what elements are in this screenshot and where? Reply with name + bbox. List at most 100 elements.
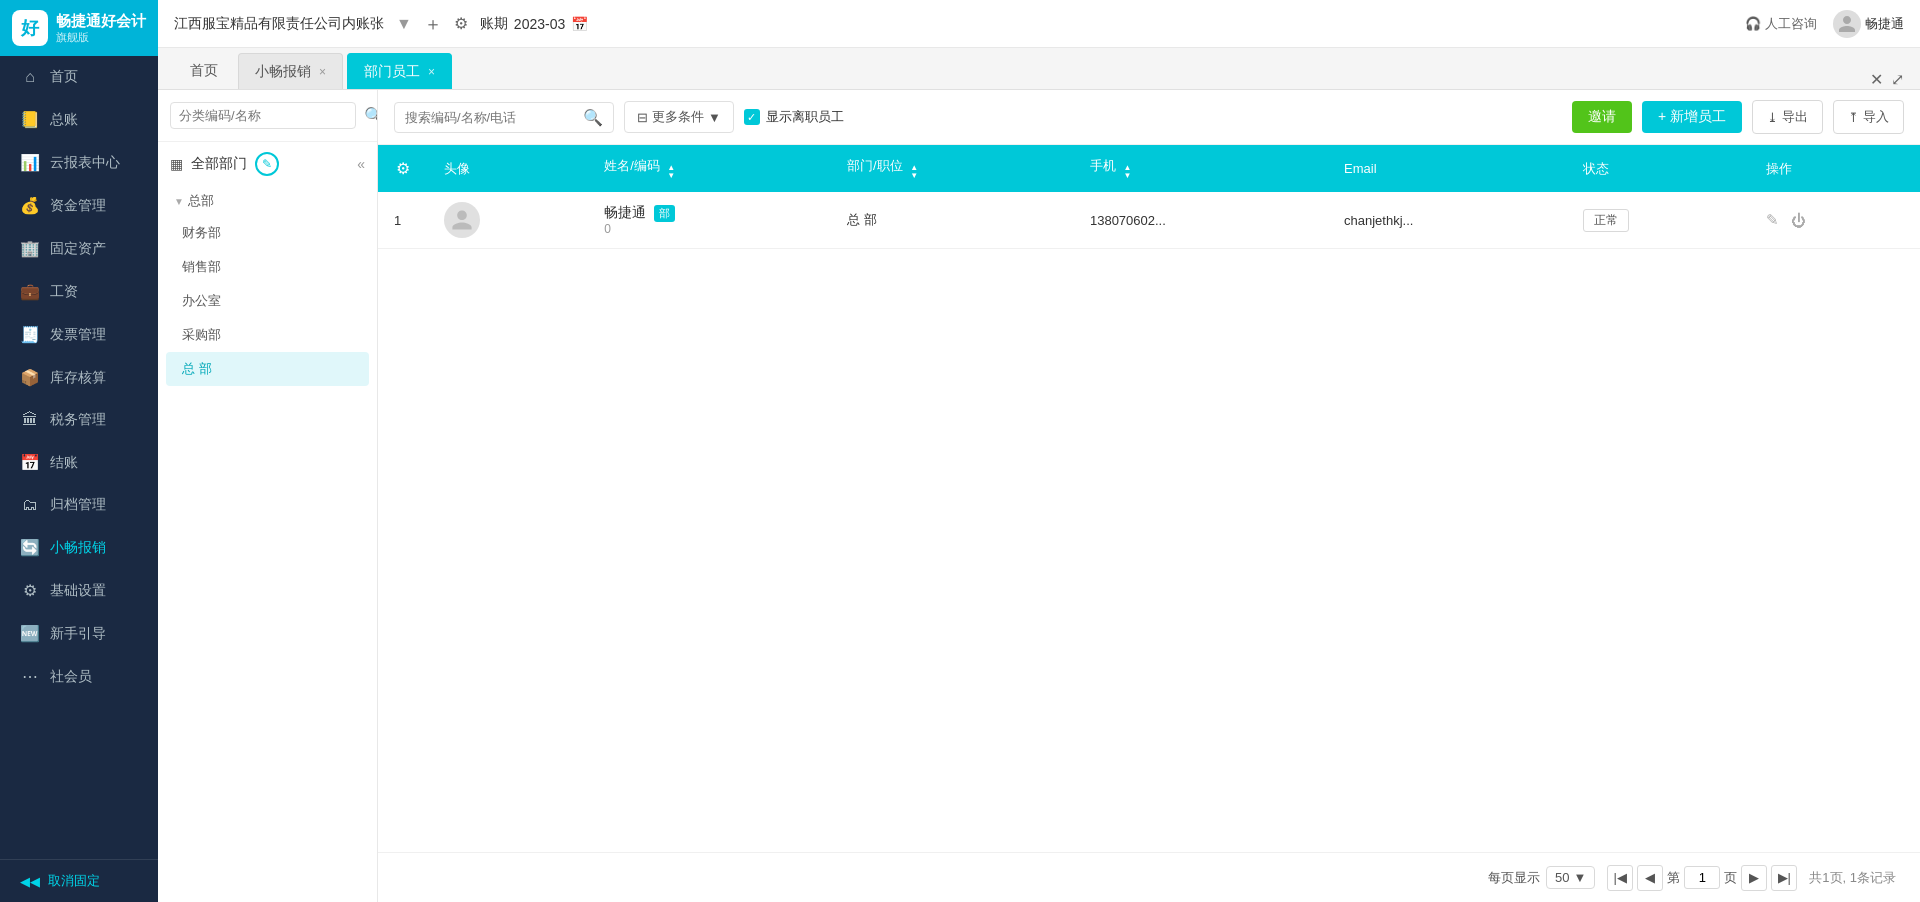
sidebar-item-label: 基础设置 [50,582,106,600]
tab-dept-close[interactable]: × [428,65,435,79]
dept-item-purchase[interactable]: 采购部 [166,318,369,352]
sidebar-item-label: 归档管理 [50,496,106,514]
table-row: 1 畅捷通 部 0 总 部 138070602... chanjethkj...… [378,192,1920,249]
row-avatar [428,192,588,249]
sidebar-item-guide[interactable]: 🆕 新手引导 [0,612,158,655]
expense-icon: 🔄 [20,538,40,557]
sidebar-item-archive[interactable]: 🗂 归档管理 [0,484,158,526]
sidebar-item-label: 首页 [50,68,78,86]
tab-expense[interactable]: 小畅报销 × [238,53,343,89]
service-button[interactable]: 🎧 人工咨询 [1745,15,1817,33]
delete-icon[interactable]: ⏻ [1791,212,1806,229]
tab-dept-label: 部门员工 [364,63,420,81]
dept-item-office[interactable]: 办公室 [166,284,369,318]
salary-icon: 💼 [20,282,40,301]
invoice-icon: 🧾 [20,325,40,344]
dept-edit-button[interactable]: ✎ [255,152,279,176]
col-settings[interactable]: ⚙ [378,145,428,192]
grid-icon: ▦ [170,156,183,172]
tabbar: 首页 小畅报销 × 部门员工 × ✕ ⤢ [158,48,1920,90]
period-value: 2023-03 [514,16,565,32]
unpin-label: 取消固定 [48,872,100,890]
sort-icons: ▲▼ [667,164,675,180]
avatar [1833,10,1861,38]
company-name: 江西服宝精品有限责任公司内账张 [174,15,384,33]
ledger-icon: 📒 [20,110,40,129]
headset-icon: 🎧 [1745,16,1761,31]
emp-panel: 🔍 ⊟ 更多条件 ▼ ✓ 显示离职员工 邀请 + 新增员工 ⤓ 导出 [378,90,1920,902]
sidebar-item-more[interactable]: ⋯ 社会员 [0,655,158,698]
sidebar-item-label: 资金管理 [50,197,106,215]
import-button[interactable]: ⤒ 导入 [1833,100,1904,134]
company-dropdown-icon[interactable]: ▼ [396,15,412,33]
col-dept[interactable]: 部门/职位 ▲▼ [831,145,1074,192]
page-next-button[interactable]: ▶ [1741,865,1767,891]
more-icon: ⋯ [20,667,40,686]
sidebar-item-inventory[interactable]: 📦 库存核算 [0,356,158,399]
sidebar-item-tax[interactable]: 🏛 税务管理 [0,399,158,441]
tab-close-icon[interactable]: ✕ [1870,70,1883,89]
dept-search-icon[interactable]: 🔍 [364,106,378,125]
calendar-icon[interactable]: 📅 [571,16,588,32]
emp-search-input[interactable] [405,110,577,125]
edit-icon[interactable]: ✎ [1766,211,1779,229]
export-icon: ⤓ [1767,110,1778,125]
new-emp-button[interactable]: + 新增员工 [1642,101,1742,133]
page-size-dropdown[interactable]: 50 ▼ [1546,866,1595,889]
show-resigned-checkbox[interactable]: ✓ [744,109,760,125]
service-label: 人工咨询 [1765,15,1817,33]
content-area: 🔍 ▦ 全部部门 ✎ « ▼ 总部 财务部 销售部 办公室 采购部 总 部 [158,90,1920,902]
export-button[interactable]: ⤓ 导出 [1752,100,1823,134]
row-status: 正常 [1567,192,1751,249]
sidebar-item-settings[interactable]: ⚙ 基础设置 [0,569,158,612]
dept-group-label: 总部 [188,192,214,210]
show-resigned-label: 显示离职员工 [766,108,844,126]
row-actions: ✎ ⏻ [1750,192,1920,249]
dept-collapse-icon[interactable]: « [357,156,365,172]
col-name[interactable]: 姓名/编码 ▲▼ [588,145,831,192]
page-prev-button[interactable]: ◀ [1637,865,1663,891]
dept-item-general[interactable]: 总 部 [166,352,369,386]
dept-item-sales[interactable]: 销售部 [166,250,369,284]
page-first-button[interactable]: |◀ [1607,865,1633,891]
topbar-settings-icon[interactable]: ⚙ [454,14,468,33]
search-icon[interactable]: 🔍 [583,108,603,127]
chart-icon: 📊 [20,153,40,172]
sidebar-item-label: 发票管理 [50,326,106,344]
invite-button[interactable]: 邀请 [1572,101,1632,133]
filter-icon: ⊟ [637,110,648,125]
sidebar-unpin-button[interactable]: ◀◀ 取消固定 [0,859,158,902]
dept-search-input[interactable] [170,102,356,129]
dept-item-finance[interactable]: 财务部 [166,216,369,250]
close-books-icon: 📅 [20,453,40,472]
col-phone[interactable]: 手机 ▲▼ [1074,145,1328,192]
user-menu[interactable]: 畅捷通 [1833,10,1904,38]
sidebar-item-invoice[interactable]: 🧾 发票管理 [0,313,158,356]
tab-dept-emp[interactable]: 部门员工 × [347,53,452,89]
sidebar-item-close[interactable]: 📅 结账 [0,441,158,484]
filter-label: 更多条件 [652,108,704,126]
sidebar-item-reports[interactable]: 📊 云报表中心 [0,141,158,184]
sidebar-item-funds[interactable]: 💰 资金管理 [0,184,158,227]
page-input[interactable] [1684,866,1720,889]
sidebar-item-label: 库存核算 [50,369,106,387]
topbar-add-button[interactable]: ＋ [424,12,442,36]
sidebar-item-ledger[interactable]: 📒 总账 [0,98,158,141]
sort-icons: ▲▼ [910,164,918,180]
sidebar-item-expense[interactable]: 🔄 小畅报销 [0,526,158,569]
topbar: 江西服宝精品有限责任公司内账张 ▼ ＋ ⚙ 账期 2023-03 📅 🎧 人工咨… [158,0,1920,48]
dept-all-label[interactable]: 全部部门 [191,155,247,173]
tab-expense-close[interactable]: × [319,65,326,79]
tab-home[interactable]: 首页 [174,53,234,89]
sidebar-item-salary[interactable]: 💼 工资 [0,270,158,313]
show-resigned-toggle: ✓ 显示离职员工 [744,108,844,126]
sidebar-item-label: 总账 [50,111,78,129]
sidebar-item-home[interactable]: ⌂ 首页 [0,56,158,98]
filter-button[interactable]: ⊟ 更多条件 ▼ [624,101,734,133]
page-last-button[interactable]: ▶| [1771,865,1797,891]
col-settings-icon[interactable]: ⚙ [396,160,410,177]
sidebar-item-assets[interactable]: 🏢 固定资产 [0,227,158,270]
main-area: 江西服宝精品有限责任公司内账张 ▼ ＋ ⚙ 账期 2023-03 📅 🎧 人工咨… [158,0,1920,902]
emp-toolbar: 🔍 ⊟ 更多条件 ▼ ✓ 显示离职员工 邀请 + 新增员工 ⤓ 导出 [378,90,1920,145]
tab-expand-icon[interactable]: ⤢ [1891,70,1904,89]
